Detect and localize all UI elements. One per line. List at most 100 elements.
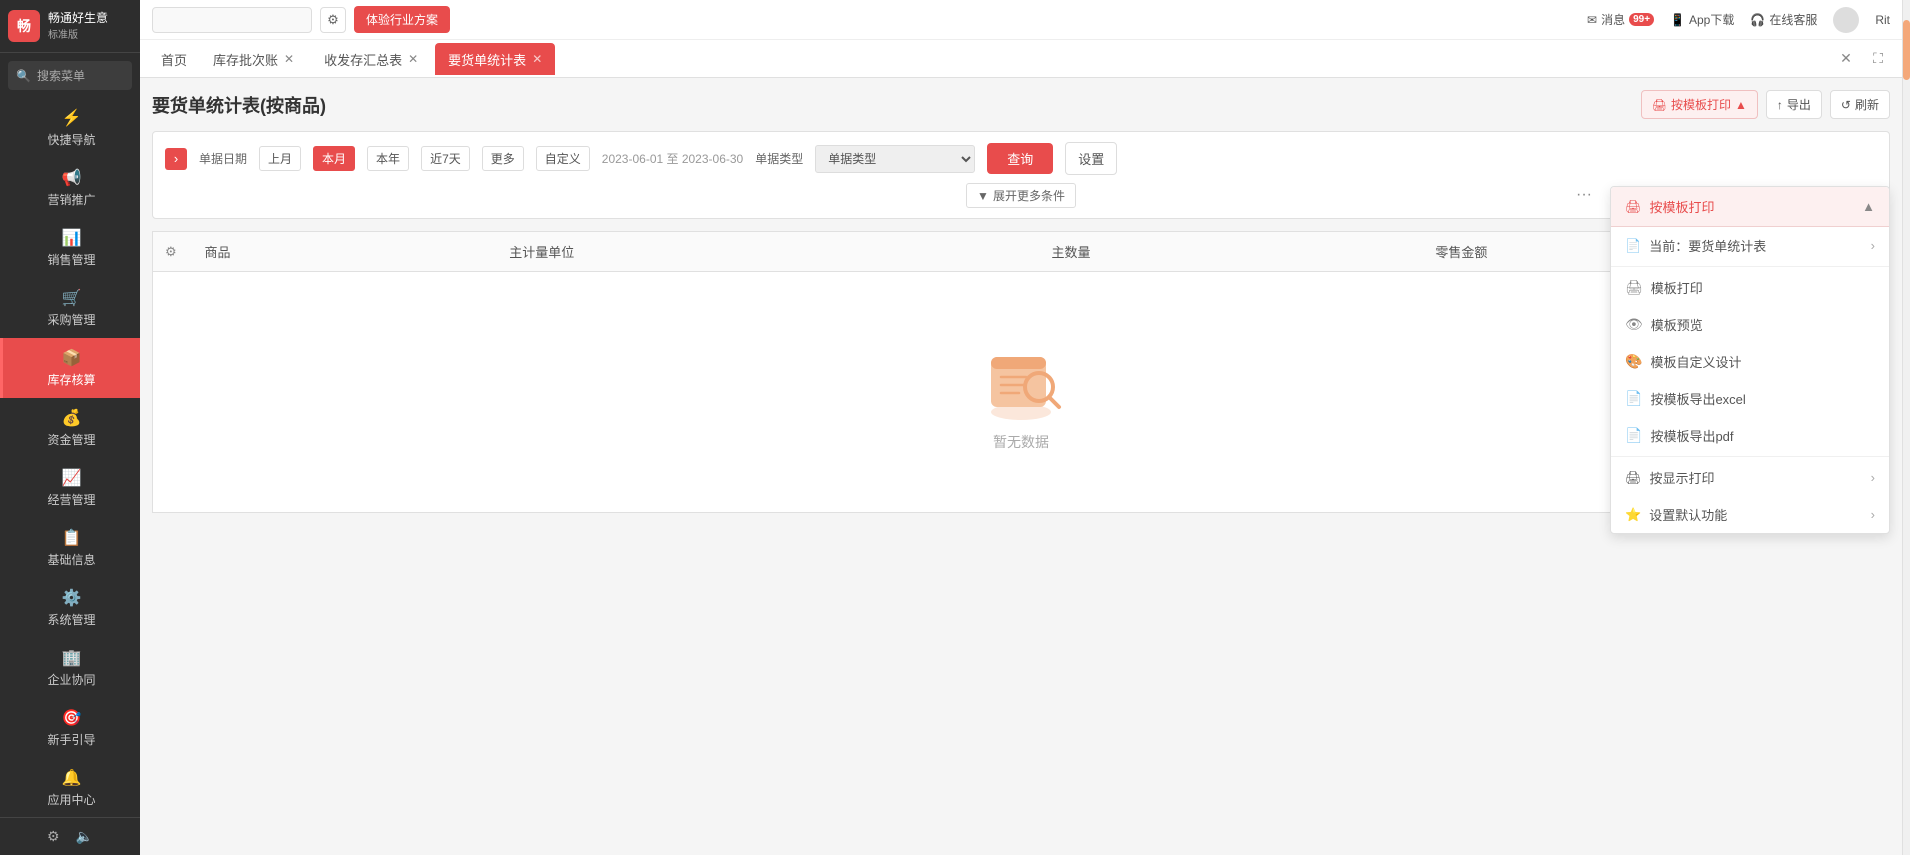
message-icon: ✉ [1587,13,1597,27]
current-template-item[interactable]: 📄 当前：要货单统计表 › [1611,227,1889,264]
tab-order-stats-close[interactable]: ✕ [532,52,542,66]
tab-batch-account-close[interactable]: ✕ [284,52,294,66]
dropdown-template-print[interactable]: 🖨 模板打印 [1611,269,1889,306]
right-scrollbar[interactable] [1902,0,1910,855]
topbar-right: ✉ 消息 99+ 📱 App下载 🎧 在线客服 Rit [1587,7,1890,33]
inventory-icon: 📦 [62,348,82,368]
sidebar-item-inventory[interactable]: 📦 库存核算 [0,338,140,398]
sidebar-item-guide[interactable]: 🎯 新手引导 [0,698,140,758]
filter-expand-icon[interactable]: › [165,148,187,170]
dropdown-template-export-excel[interactable]: 📄 按模板导出excel [1611,380,1889,417]
refresh-icon: ↺ [1841,98,1851,112]
chevron-up-icon: ▲ [1735,98,1747,112]
print-template-button[interactable]: 🖨 按模板打印 ▲ [1641,90,1758,119]
dropdown-display-print[interactable]: 🖨 按显示打印 › [1611,459,1889,496]
tab-receipt-summary[interactable]: 收发存汇总表 ✕ [311,43,431,75]
export-button[interactable]: ↑ 导出 [1766,90,1822,119]
sidebar-settings-button[interactable]: ⚙ [47,828,60,845]
topbar-gear-button[interactable]: ⚙ [320,7,346,33]
topbar-search-input[interactable] [152,7,312,33]
bill-type-select[interactable]: 单据类型 [815,145,975,173]
query-button[interactable]: 查询 [987,143,1053,174]
dropdown-template-export-pdf[interactable]: 📄 按模板导出pdf [1611,417,1889,454]
print-more-button[interactable]: ··· [1576,186,1592,204]
table-col-quantity: 主数量 [1039,232,1423,272]
chevron-right-template: › [1871,238,1875,253]
search-menu-button[interactable]: 🔍 搜索菜单 [8,61,132,90]
sidebar-item-purchase[interactable]: 🛒 采购管理 [0,278,140,338]
app-badge: 标准版 [48,26,108,41]
online-service-button[interactable]: 🎧 在线客服 [1750,11,1817,28]
enterprise-icon: 🏢 [62,648,82,668]
topbar: ⚙ 体验行业方案 ✉ 消息 99+ 📱 App下载 🎧 在线客服 Rit [140,0,1902,40]
sidebar-item-operations[interactable]: 📈 经营管理 [0,458,140,518]
printer-icon: 🖨 [1652,98,1667,112]
app-download-icon: 📱 [1670,13,1685,27]
page-header: 要货单统计表(按商品) 🖨 按模板打印 ▲ ↑ 导出 ↺ 刷新 [152,90,1890,119]
tab-order-stats[interactable]: 要货单统计表 ✕ [435,43,555,75]
date-more-btn[interactable]: 更多 [482,146,524,171]
divider-1 [1611,266,1889,267]
expand-down-icon: ▼ [977,189,989,203]
basic-info-icon: 📋 [62,528,82,548]
dropdown-set-default[interactable]: ⭐ 设置默认功能 › [1611,496,1889,533]
sidebar-item-marketing[interactable]: 📢 营销推广 [0,158,140,218]
industry-solution-button[interactable]: 体验行业方案 [354,6,450,33]
empty-text: 暂无数据 [993,432,1049,452]
sidebar-item-sales[interactable]: 📊 销售管理 [0,218,140,278]
template-preview-icon: 👁 [1625,316,1643,333]
app-center-icon: 🔔 [62,768,82,788]
dropdown-template-design[interactable]: 🎨 模板自定义设计 [1611,343,1889,380]
dropdown-close-chevron[interactable]: ▲ [1862,199,1875,214]
chevron-right-icon: › [174,151,178,166]
system-icon: ⚙️ [62,588,82,608]
audio-icon: 🔈 [76,828,93,844]
finance-icon: 💰 [62,408,82,428]
close-window-button[interactable]: ✕ [1834,47,1858,71]
template-design-icon: 🎨 [1625,353,1642,370]
date-last-month-btn[interactable]: 上月 [259,146,301,171]
scroll-thumb [1903,20,1910,80]
date-last-7days-btn[interactable]: 近7天 [421,146,470,171]
sales-icon: 📊 [62,228,82,248]
date-this-month-btn[interactable]: 本月 [313,146,355,171]
settings-button[interactable]: 设置 [1065,142,1117,175]
tab-home[interactable]: 首页 [152,43,196,75]
sidebar-item-system[interactable]: ⚙️ 系统管理 [0,578,140,638]
gear-icon: ⚙ [327,12,339,28]
sidebar-audio-button[interactable]: 🔈 [76,828,93,845]
dropdown-template-preview[interactable]: 👁 模板预览 [1611,306,1889,343]
message-button[interactable]: ✉ 消息 99+ [1587,11,1654,28]
set-default-icon: ⭐ [1625,507,1641,523]
sidebar-item-app-center[interactable]: 🔔 应用中心 [0,758,140,817]
bill-type-label: 单据类型 [755,150,803,167]
sidebar-item-finance[interactable]: 💰 资金管理 [0,398,140,458]
refresh-button[interactable]: ↺ 刷新 [1830,90,1890,119]
date-custom-btn[interactable]: 自定义 [536,146,590,171]
tabs-bar: 首页 库存批次账 ✕ 收发存汇总表 ✕ 要货单统计表 ✕ ✕ ⛶ [140,40,1902,78]
sidebar-bottom: ⚙ 🔈 [0,817,140,855]
user-avatar[interactable] [1833,7,1859,33]
quick-nav-icon: ⚡ [62,108,82,128]
page-actions: 🖨 按模板打印 ▲ ↑ 导出 ↺ 刷新 [1641,90,1890,119]
sidebar: 畅 畅通好生意 标准版 🔍 搜索菜单 ⚡ 快捷导航 📢 营销推广 📊 销售管理 … [0,0,140,855]
tab-batch-account[interactable]: 库存批次账 ✕ [200,43,307,75]
table-settings-icon[interactable]: ⚙ [165,244,177,259]
search-icon: 🔍 [16,69,31,83]
export-icon: ↑ [1777,98,1783,112]
table-col-settings: ⚙ [153,232,193,272]
date-this-year-btn[interactable]: 本年 [367,146,409,171]
tab-receipt-summary-close[interactable]: ✕ [408,52,418,66]
user-name[interactable]: Rit [1875,13,1890,27]
sidebar-item-basic-info[interactable]: 📋 基础信息 [0,518,140,578]
template-print-icon: 🖨 [1625,279,1643,296]
expand-more-button[interactable]: ▼ 展开更多条件 [966,183,1076,208]
date-range-display: 2023-06-01 至 2023-06-30 [602,150,743,167]
marketing-icon: 📢 [62,168,82,188]
sidebar-search-area: 🔍 搜索菜单 [0,53,140,98]
sidebar-item-enterprise[interactable]: 🏢 企业协同 [0,638,140,698]
app-download-button[interactable]: 📱 App下载 [1670,11,1734,28]
expand-window-button[interactable]: ⛶ [1866,47,1890,71]
date-filter-label: 单据日期 [199,150,247,167]
sidebar-item-quick-nav[interactable]: ⚡ 快捷导航 [0,98,140,158]
